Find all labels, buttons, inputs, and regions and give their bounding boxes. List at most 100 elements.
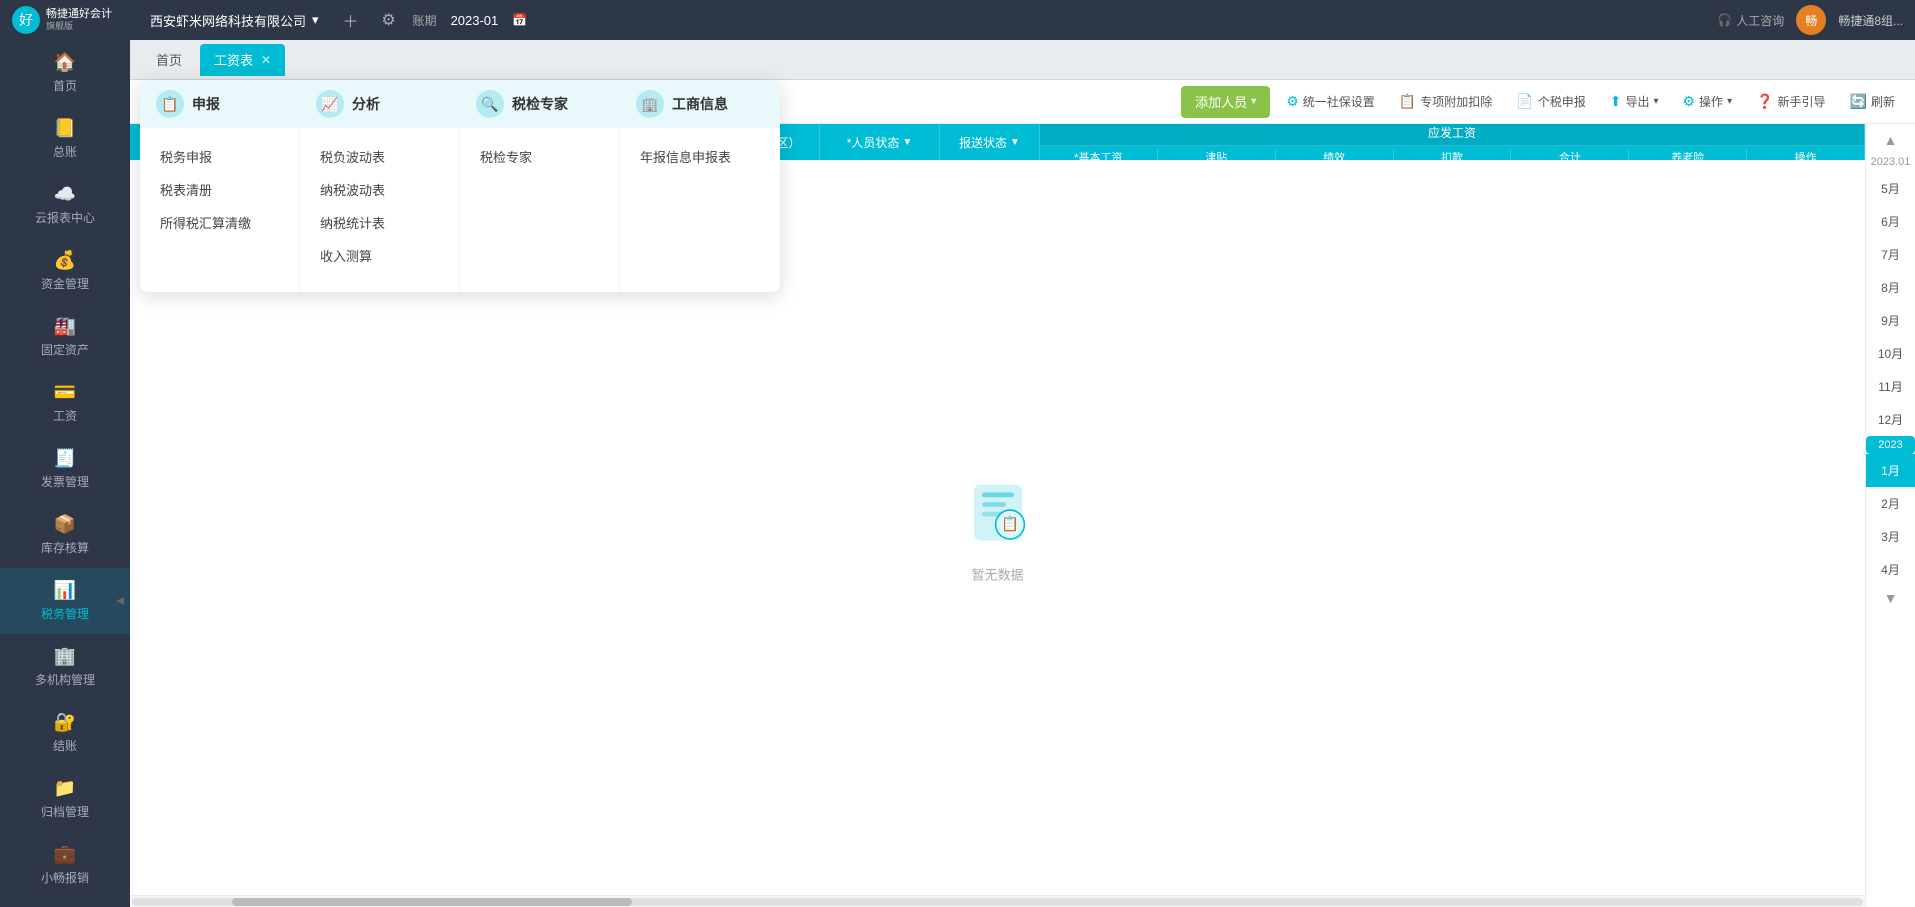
month-12[interactable]: 12月 [1866, 403, 1915, 436]
dropdown-item-tax-payment[interactable]: 纳税波动表 [316, 173, 443, 206]
refresh-button[interactable]: 🔄 刷新 [1842, 86, 1903, 118]
tab-home[interactable]: 首页 [142, 44, 196, 76]
filter-icon-report[interactable]: ▼ [1010, 137, 1020, 148]
tax-expert-label: 税检专家 [512, 94, 568, 114]
cloud-icon: ☁️ [54, 184, 76, 205]
sidebar-item-xiaochang[interactable]: 💼 小畅报销 [0, 832, 130, 898]
personal-tax-button[interactable]: 📄 个税申报 [1508, 86, 1593, 118]
sidebar-item-fund[interactable]: 💰 资金管理 [0, 238, 130, 304]
month-8[interactable]: 8月 [1866, 271, 1915, 304]
dropdown-item-tax-declaration[interactable]: 税务申报 [156, 140, 283, 173]
declaration-icon: 📋 [156, 90, 184, 118]
year-label-prev: 2023.01 [1871, 152, 1911, 172]
app-title: 畅捷通好会计 [46, 7, 112, 21]
filter-icon-status[interactable]: ▼ [902, 137, 912, 148]
refresh-label: 刷新 [1871, 93, 1895, 110]
dropdown-item-tax-table[interactable]: 税表清册 [156, 173, 283, 206]
add-person-arrow-icon: ▾ [1251, 96, 1256, 107]
sidebar-item-archive[interactable]: 📁 归档管理 [0, 766, 130, 832]
sidebar-label-home: 首页 [53, 77, 77, 94]
sidebar: 🏠 首页 📒 总账 ☁️ 云报表中心 💰 资金管理 🏭 固定资产 💳 工资 🧾 … [0, 40, 130, 907]
top-header: 好 畅捷通好会计 旗舰版 西安虾米网络科技有限公司 ▾ ＋ ⚙ 账期 2023-… [0, 0, 1915, 40]
business-info-header: 🏢 工商信息 [620, 80, 780, 128]
sidebar-item-cloud-report[interactable]: ☁️ 云报表中心 [0, 172, 130, 238]
new-guide-button[interactable]: ❓ 新手引导 [1748, 86, 1833, 118]
sidebar-item-close[interactable]: 🔐 结账 [0, 700, 130, 766]
special-deduct-icon: 📋 [1399, 93, 1416, 110]
month-7[interactable]: 7月 [1866, 238, 1915, 271]
month-6[interactable]: 6月 [1866, 205, 1915, 238]
sidebar-item-basic-settings[interactable]: ⚙️ 基础设置 [0, 898, 130, 907]
sidebar-item-home[interactable]: 🏠 首页 [0, 40, 130, 106]
add-company-button[interactable]: ＋ [337, 6, 365, 34]
month-3[interactable]: 3月 [1866, 520, 1915, 553]
month-11[interactable]: 11月 [1866, 370, 1915, 403]
empty-state: 📋 暂无数据 [958, 472, 1038, 583]
add-person-button[interactable]: 添加人员 ▾ [1181, 86, 1270, 118]
company-selector[interactable]: 西安虾米网络科技有限公司 ▾ [142, 7, 327, 34]
dropdown-col-declaration: 📋 申报 税务申报 税表清册 所得税汇算清缴 [140, 80, 300, 292]
dropdown-item-tax-expert[interactable]: 税检专家 [476, 140, 603, 173]
collapse-arrow-icon: ◀ [116, 596, 124, 607]
export-button[interactable]: ⬆ 导出 ▾ [1602, 86, 1667, 118]
scrollbar-thumb[interactable] [232, 898, 632, 906]
year-2023-badge: 2023 [1866, 436, 1915, 454]
scrollbar-track[interactable] [132, 898, 1863, 906]
month-10[interactable]: 10月 [1866, 337, 1915, 370]
bottom-scrollbar[interactable] [130, 895, 1865, 907]
special-deduct-button[interactable]: 📋 专项附加扣除 [1391, 86, 1500, 118]
empty-text: 暂无数据 [971, 564, 1023, 583]
app-logo-icon: 好 [12, 6, 40, 34]
tab-close-icon[interactable]: ✕ [261, 53, 271, 67]
fund-icon: 💰 [54, 250, 76, 271]
dropdown-col-business-info: 🏢 工商信息 年报信息申报表 [620, 80, 780, 292]
home-icon: 🏠 [54, 52, 76, 73]
invoice-icon: 🧾 [54, 448, 76, 469]
export-icon: ⬆ [1610, 93, 1622, 110]
tab-salary-table[interactable]: 工资表 ✕ [200, 44, 285, 76]
month-1-active[interactable]: 1月 [1866, 454, 1915, 487]
svg-text:📋: 📋 [1001, 514, 1019, 532]
sidebar-label-inventory: 库存核算 [41, 539, 89, 556]
month-2[interactable]: 2月 [1866, 487, 1915, 520]
month-9[interactable]: 9月 [1866, 304, 1915, 337]
operations-label: 操作 [1699, 93, 1723, 110]
inventory-icon: 📦 [54, 514, 76, 535]
sidebar-label-salary: 工资 [53, 407, 77, 424]
service-button[interactable]: 🎧 人工咨询 [1717, 12, 1784, 29]
sidebar-item-invoice[interactable]: 🧾 发票管理 [0, 436, 130, 502]
up-arrow-button[interactable]: ▲ [1880, 128, 1902, 152]
settings-icon[interactable]: ⚙ [375, 6, 403, 34]
down-arrow-button[interactable]: ▼ [1880, 586, 1902, 610]
sidebar-label-ledger: 总账 [53, 143, 77, 160]
month-4[interactable]: 4月 [1866, 553, 1915, 586]
user-name[interactable]: 畅捷通8组... [1838, 12, 1903, 29]
tax-icon: 📊 [54, 580, 76, 601]
sidebar-item-fixed-assets[interactable]: 🏭 固定资产 [0, 304, 130, 370]
headset-icon: 🎧 [1717, 13, 1732, 27]
sidebar-item-multi-org[interactable]: 🏢 多机构管理 [0, 634, 130, 700]
sidebar-item-tax[interactable]: 📊 税务管理 ◀ [0, 568, 130, 634]
sidebar-item-ledger[interactable]: 📒 总账 [0, 106, 130, 172]
empty-icon: 📋 [958, 472, 1038, 552]
analysis-label: 分析 [352, 94, 380, 114]
new-guide-icon: ❓ [1756, 93, 1773, 110]
tab-bar: 首页 工资表 ✕ [130, 40, 1915, 80]
sidebar-label-close: 结账 [53, 737, 77, 754]
sidebar-item-inventory[interactable]: 📦 库存核算 [0, 502, 130, 568]
month-5[interactable]: 5月 [1866, 172, 1915, 205]
sidebar-label-invoice: 发票管理 [41, 473, 89, 490]
company-name: 西安虾米网络科技有限公司 [150, 11, 306, 30]
app-logo-text: 畅捷通好会计 旗舰版 [46, 7, 112, 33]
dropdown-item-annual-report[interactable]: 年报信息申报表 [636, 140, 764, 173]
calendar-icon[interactable]: 📅 [512, 13, 527, 27]
dropdown-item-income-tax[interactable]: 所得税汇算清缴 [156, 206, 283, 239]
social-insurance-button[interactable]: ⚙ 统一社保设置 [1278, 86, 1383, 118]
dropdown-item-tax-burden[interactable]: 税负波动表 [316, 140, 443, 173]
operations-button[interactable]: ⚙ 操作 ▾ [1674, 86, 1740, 118]
salary-icon: 💳 [54, 382, 76, 403]
sidebar-item-salary[interactable]: 💳 工资 [0, 370, 130, 436]
dropdown-item-income-calc[interactable]: 收入测算 [316, 239, 443, 272]
sidebar-label-archive: 归档管理 [41, 803, 89, 820]
dropdown-item-tax-stats[interactable]: 纳税统计表 [316, 206, 443, 239]
